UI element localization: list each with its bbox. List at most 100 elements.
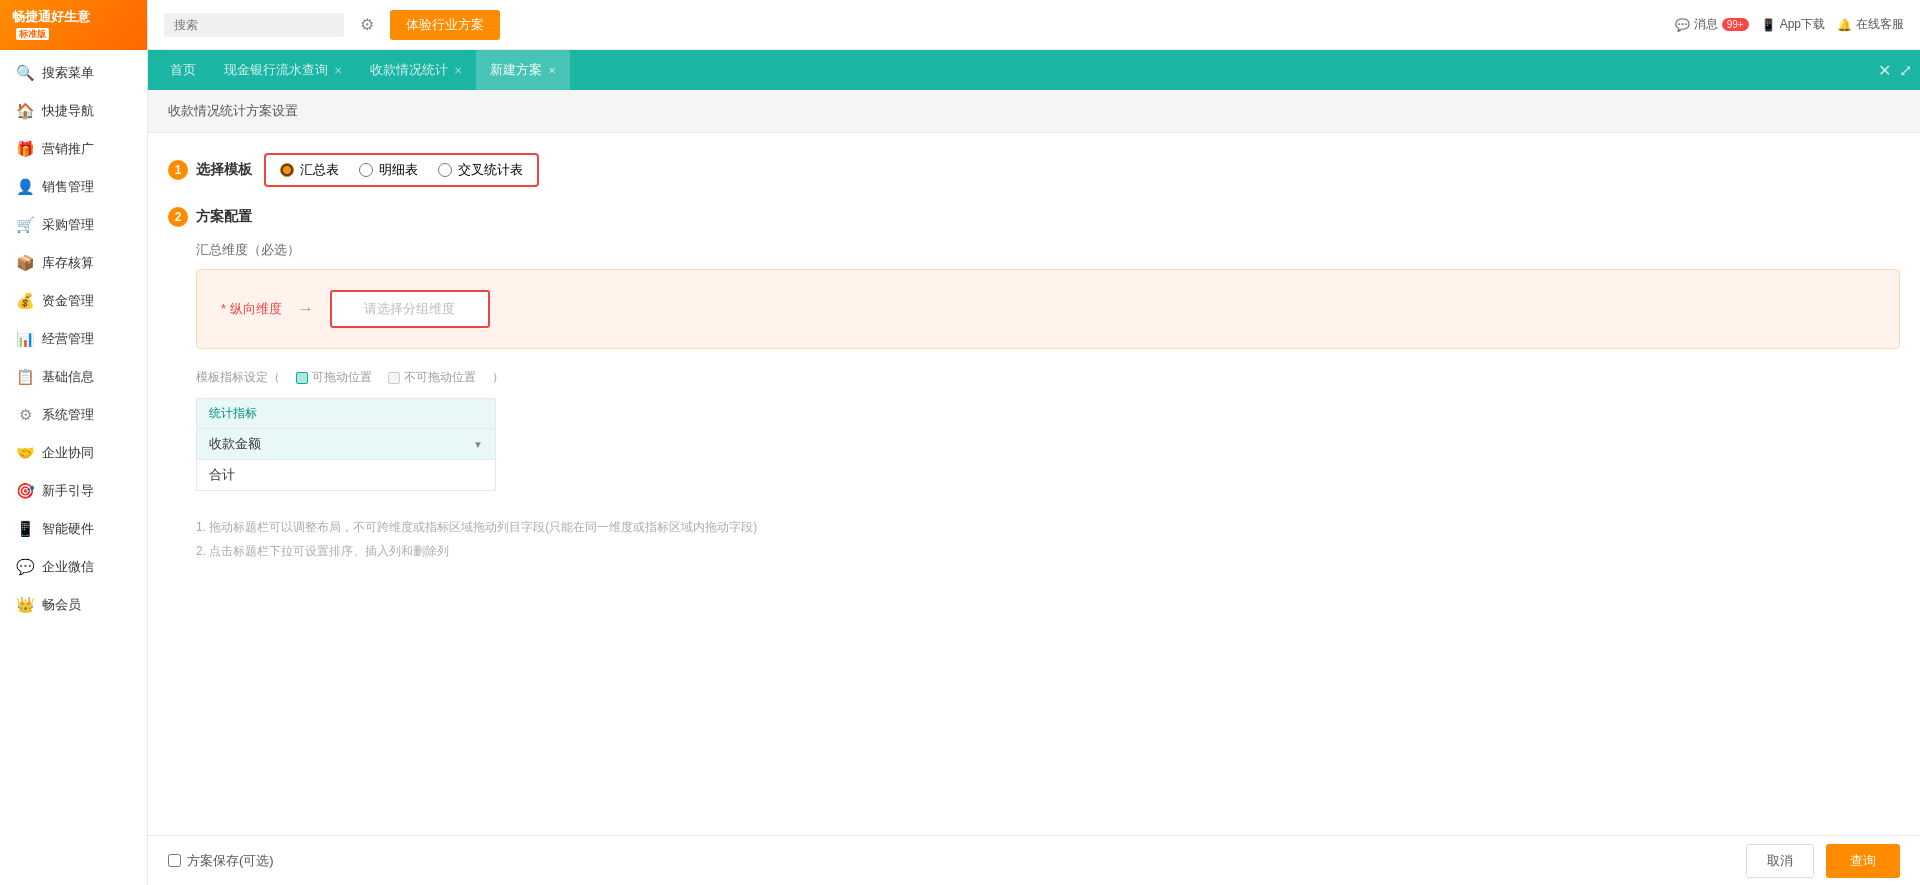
service-btn[interactable]: 🔔 在线客服 bbox=[1837, 16, 1904, 33]
sidebar-item-basic[interactable]: 📋 基础信息 bbox=[0, 358, 147, 396]
top-header: ⚙ 体验行业方案 💬 消息 99+ 📱 App下载 🔔 在线客服 bbox=[148, 0, 1920, 50]
basic-icon: 📋 bbox=[16, 368, 34, 386]
sidebar-item-label-member: 畅会员 bbox=[42, 596, 81, 614]
sidebar-item-inventory[interactable]: 📦 库存核算 bbox=[0, 244, 147, 282]
dimension-select-btn[interactable]: 请选择分组维度 bbox=[330, 290, 490, 328]
sidebar-item-fund[interactable]: 💰资金管理 bbox=[0, 282, 147, 320]
metrics-table: 统计指标 收款金额 ▼ 合计 bbox=[196, 398, 496, 491]
radio-detail-input[interactable] bbox=[359, 163, 373, 177]
sidebar: 畅捷通好生意 标准版 🔍搜索菜单🏠快捷导航🎁营销推广👤销售管理🛒采购管理📦库存核… bbox=[0, 0, 148, 885]
sidebar-item-label-fund: 资金管理 bbox=[42, 292, 94, 310]
sidebar-item-label-guide: 新手引导 bbox=[42, 482, 94, 500]
radio-summary[interactable]: 汇总表 bbox=[280, 161, 339, 179]
metrics-cat-header: 统计指标 bbox=[197, 399, 495, 429]
main-area: ⚙ 体验行业方案 💬 消息 99+ 📱 App下载 🔔 在线客服 首页 现金银行… bbox=[148, 0, 1920, 885]
step2-number: 2 bbox=[168, 207, 188, 227]
dimension-row: 纵向维度 → 请选择分组维度 bbox=[221, 290, 1875, 328]
tab-newplan[interactable]: 新建方案 ✕ bbox=[476, 50, 570, 90]
drag-cannot-dot bbox=[388, 372, 400, 384]
purchase-icon: 🛒 bbox=[16, 216, 34, 234]
wechat-icon: 💬 bbox=[16, 558, 34, 576]
app-download-btn[interactable]: 📱 App下载 bbox=[1761, 16, 1825, 33]
drag-legend-close: ） bbox=[492, 369, 504, 386]
sidebar-item-label-marketing: 营销推广 bbox=[42, 140, 94, 158]
page-body: 收款情况统计方案设置 1 选择模板 汇总表 bbox=[148, 90, 1920, 835]
version-badge: 标准版 bbox=[16, 28, 49, 40]
step2-title: 方案配置 bbox=[196, 208, 252, 226]
gear-button[interactable]: ⚙ bbox=[360, 15, 374, 34]
sidebar-item-label-sales: 销售管理 bbox=[42, 178, 94, 196]
tab-expand-btn[interactable]: ⤢ bbox=[1899, 61, 1912, 80]
vertical-dim-label: 纵向维度 bbox=[221, 300, 282, 318]
notification-btn[interactable]: 💬 消息 99+ bbox=[1675, 16, 1749, 33]
tab-bank[interactable]: 现金银行流水查询 ✕ bbox=[210, 50, 356, 90]
tab-home[interactable]: 首页 bbox=[156, 50, 210, 90]
tab-close-all-btn[interactable]: ✕ bbox=[1878, 61, 1891, 80]
hints-area: 1. 拖动标题栏可以调整布局，不可跨维度或指标区域拖动列目字段(只能在同一维度或… bbox=[196, 515, 1900, 563]
drag-cannot-item: 不可拖动位置 bbox=[388, 369, 476, 386]
tab-home-label: 首页 bbox=[170, 61, 196, 79]
step2-header: 2 方案配置 bbox=[168, 207, 1900, 227]
metrics-item-total: 合计 bbox=[197, 460, 495, 490]
dimension-arrow: → bbox=[298, 300, 314, 318]
dimension-area: 纵向维度 → 请选择分组维度 bbox=[196, 269, 1900, 349]
radio-cross-input[interactable] bbox=[438, 163, 452, 177]
sidebar-item-sales[interactable]: 👤 销售管理 bbox=[0, 168, 147, 206]
metrics-sub-label: 合计 bbox=[209, 466, 235, 484]
sidebar-item-label-inventory: 库存核算 bbox=[42, 254, 94, 272]
cancel-button[interactable]: 取消 bbox=[1746, 844, 1814, 878]
drag-cannot-label: 不可拖动位置 bbox=[404, 369, 476, 386]
template-select-box: 汇总表 明细表 交叉统计表 bbox=[264, 153, 539, 187]
chevron-down-icon[interactable]: ▼ bbox=[473, 439, 483, 450]
sidebar-item-guide[interactable]: 🎯新手引导 bbox=[0, 472, 147, 510]
hint1-text: 1. 拖动标题栏可以调整布局，不可跨维度或指标区域拖动列目字段(只能在同一维度或… bbox=[196, 515, 757, 539]
page-title: 收款情况统计方案设置 bbox=[148, 90, 1920, 133]
radio-detail[interactable]: 明细表 bbox=[359, 161, 418, 179]
sidebar-item-label-search: 搜索菜单 bbox=[42, 64, 94, 82]
download-label: App下载 bbox=[1780, 16, 1825, 33]
notification-badge: 99+ bbox=[1722, 18, 1749, 31]
sidebar-item-wechat[interactable]: 💬企业微信 bbox=[0, 548, 147, 586]
sidebar-item-label-nav: 快捷导航 bbox=[42, 102, 94, 120]
save-plan-checkbox[interactable] bbox=[168, 854, 181, 867]
hint1: 1. 拖动标题栏可以调整布局，不可跨维度或指标区域拖动列目字段(只能在同一维度或… bbox=[196, 515, 1900, 539]
sidebar-item-collab[interactable]: 🤝企业协同 bbox=[0, 434, 147, 472]
sidebar-item-operation[interactable]: 📊经营管理 bbox=[0, 320, 147, 358]
system-icon: ⚙ bbox=[16, 406, 34, 424]
metrics-item-amount[interactable]: 收款金额 ▼ bbox=[197, 429, 495, 460]
operation-icon: 📊 bbox=[16, 330, 34, 348]
radio-cross-label: 交叉统计表 bbox=[458, 161, 523, 179]
sidebar-item-hardware[interactable]: 📱智能硬件 bbox=[0, 510, 147, 548]
sidebar-item-marketing[interactable]: 🎁 营销推广 bbox=[0, 130, 147, 168]
sidebar-item-purchase[interactable]: 🛒采购管理 bbox=[0, 206, 147, 244]
hardware-icon: 📱 bbox=[16, 520, 34, 538]
inventory-icon: 📦 bbox=[16, 254, 34, 272]
form-body: 1 选择模板 汇总表 明细表 bbox=[148, 133, 1920, 603]
drag-can-item: 可拖动位置 bbox=[296, 369, 372, 386]
query-button[interactable]: 查询 bbox=[1826, 844, 1900, 878]
radio-cross[interactable]: 交叉统计表 bbox=[438, 161, 523, 179]
radio-summary-input[interactable] bbox=[280, 163, 294, 177]
step2-section: 2 方案配置 汇总维度（必选） 纵向维度 → 请选择分组维度 bbox=[168, 207, 1900, 563]
trial-button[interactable]: 体验行业方案 bbox=[390, 10, 500, 40]
search-input[interactable] bbox=[164, 13, 344, 37]
radio-detail-label: 明细表 bbox=[379, 161, 418, 179]
tab-bar: 首页 现金银行流水查询 ✕ 收款情况统计 ✕ 新建方案 ✕ ✕ ⤢ bbox=[148, 50, 1920, 90]
sales-icon: 👤 bbox=[16, 178, 34, 196]
tab-collection[interactable]: 收款情况统计 ✕ bbox=[356, 50, 476, 90]
save-plan-checkbox-label[interactable]: 方案保存(可选) bbox=[168, 852, 274, 870]
sidebar-item-label-basic: 基础信息 bbox=[42, 368, 94, 386]
metrics-item-amount-label: 收款金额 bbox=[209, 435, 261, 453]
sidebar-item-system[interactable]: ⚙系统管理 bbox=[0, 396, 147, 434]
sidebar-item-search[interactable]: 🔍 搜索菜单 bbox=[0, 54, 147, 92]
sidebar-item-nav[interactable]: 🏠快捷导航 bbox=[0, 92, 147, 130]
marketing-icon: 🎁 bbox=[16, 140, 34, 158]
tab-newplan-close[interactable]: ✕ bbox=[548, 65, 556, 76]
sidebar-item-member[interactable]: 👑畅会员 bbox=[0, 586, 147, 624]
tab-collection-label: 收款情况统计 bbox=[370, 61, 448, 79]
tab-collection-close[interactable]: ✕ bbox=[454, 65, 462, 76]
save-plan-label: 方案保存(可选) bbox=[187, 852, 274, 870]
tab-bank-close[interactable]: ✕ bbox=[334, 65, 342, 76]
search-icon: 🔍 bbox=[16, 64, 34, 82]
tab-bank-label: 现金银行流水查询 bbox=[224, 61, 328, 79]
